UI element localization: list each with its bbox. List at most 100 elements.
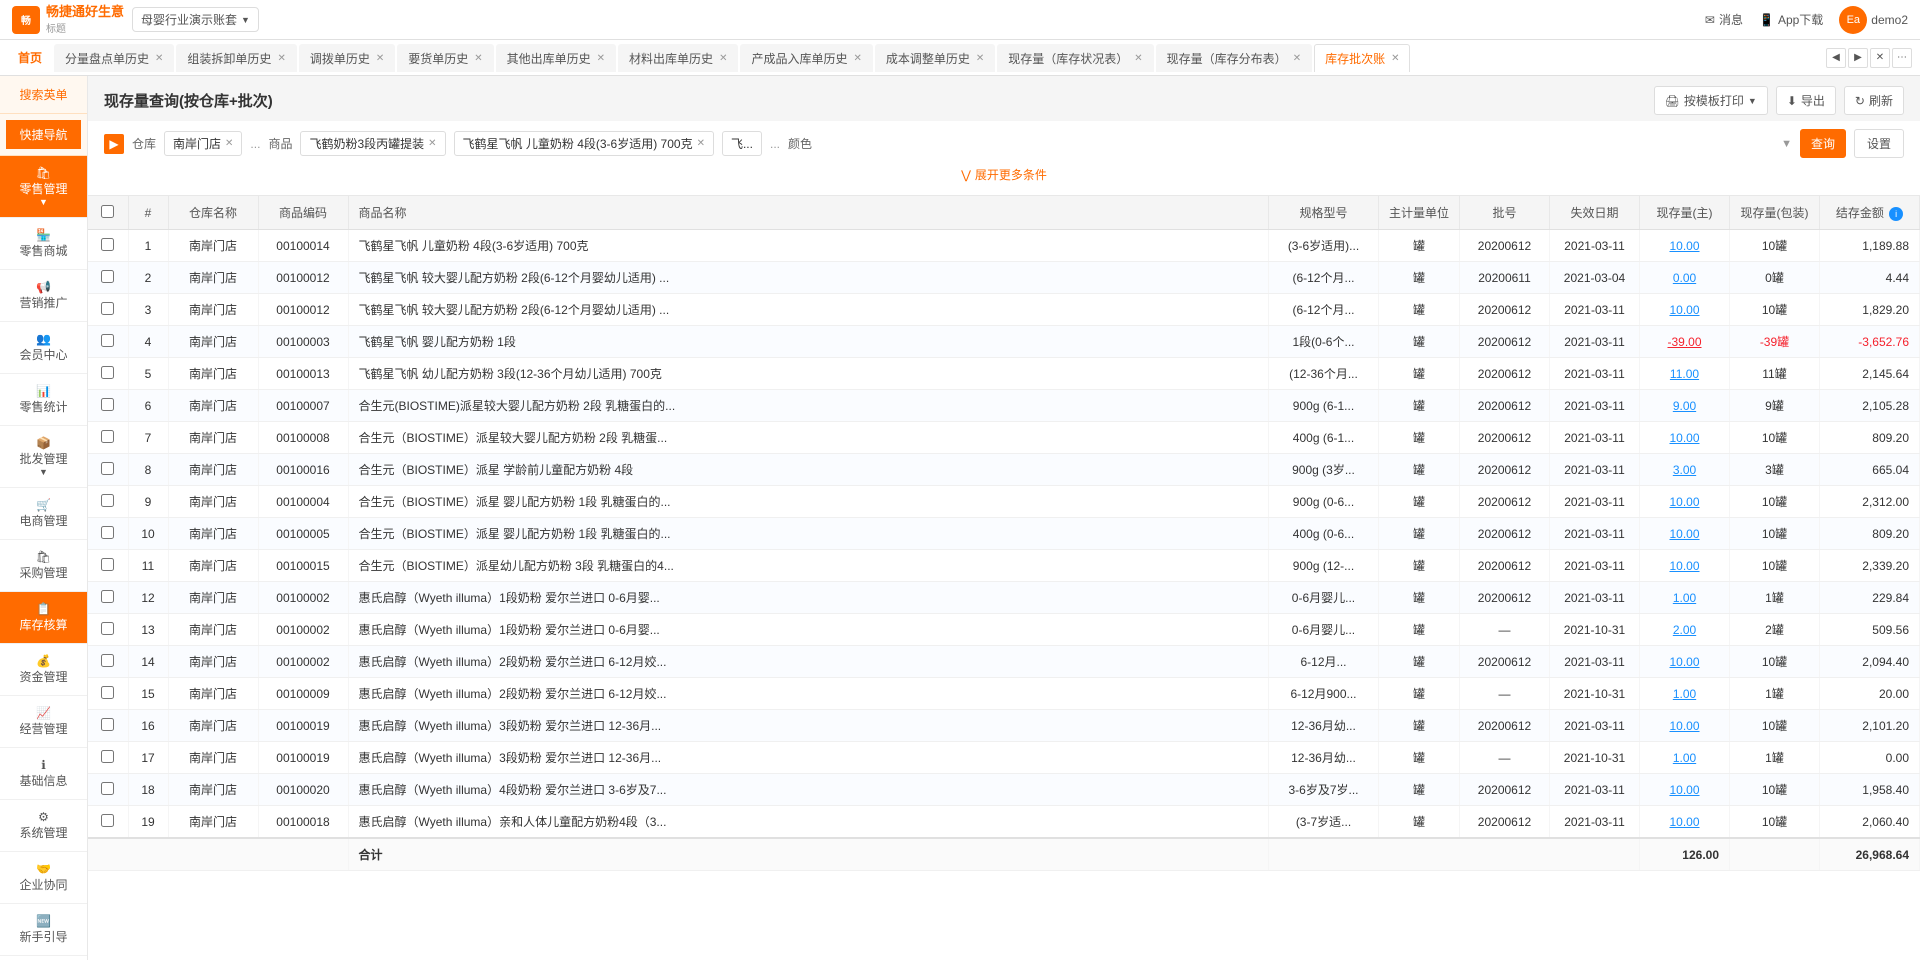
color-dropdown-icon[interactable]: ▼: [1781, 138, 1792, 150]
row-check[interactable]: [88, 742, 128, 774]
nav-close[interactable]: ✕: [1870, 48, 1890, 68]
row-check[interactable]: [88, 294, 128, 326]
warehouse-dots[interactable]: ...: [250, 137, 260, 151]
warehouse-tag-close[interactable]: ✕: [225, 138, 233, 149]
tab-close-cost-adj[interactable]: ✕: [976, 53, 984, 64]
product-tag-2-close[interactable]: ✕: [697, 138, 705, 149]
tab-product-in[interactable]: 产成品入库单历史 ✕: [740, 44, 872, 72]
row-checkbox[interactable]: [101, 526, 114, 539]
sidebar-item-appstore[interactable]: 🔲 应用中心: [0, 956, 87, 960]
nav-more[interactable]: ⋯: [1892, 48, 1912, 68]
row-check[interactable]: [88, 582, 128, 614]
row-checkbox[interactable]: [101, 814, 114, 827]
print-btn[interactable]: 🖨 按模板打印 ▼: [1654, 86, 1768, 115]
app-download-btn[interactable]: 📱 App下载: [1759, 11, 1823, 28]
tab-close-pick[interactable]: ✕: [376, 53, 384, 64]
tab-close-split[interactable]: ✕: [155, 53, 163, 64]
tab-other-out[interactable]: 其他出库单历史 ✕: [496, 44, 616, 72]
row-check[interactable]: [88, 806, 128, 839]
row-checkbox[interactable]: [101, 622, 114, 635]
row-checkbox[interactable]: [101, 590, 114, 603]
tab-inventory-dist[interactable]: 现存量（库存分布表） ✕: [1156, 44, 1312, 72]
row-check[interactable]: [88, 678, 128, 710]
tab-cost-adj[interactable]: 成本调整单历史 ✕: [875, 44, 995, 72]
product-tag-1-close[interactable]: ✕: [428, 138, 436, 149]
user-area[interactable]: Ea demo2: [1839, 6, 1908, 34]
expand-more-btn[interactable]: ⋁ 展开更多条件: [961, 166, 1047, 183]
sidebar-item-retail-stats[interactable]: 📊 零售统计: [0, 374, 87, 426]
sidebar-item-retail-shop[interactable]: 🏪 零售商城: [0, 218, 87, 270]
export-btn[interactable]: ⬇ 导出: [1776, 86, 1836, 115]
row-checkbox[interactable]: [101, 334, 114, 347]
sidebar-item-system[interactable]: ⚙ 系统管理: [0, 800, 87, 852]
row-checkbox[interactable]: [101, 462, 114, 475]
row-check[interactable]: [88, 710, 128, 742]
search-single-btn[interactable]: 搜索英单: [6, 82, 81, 107]
sidebar-item-purchase[interactable]: 🛍 采购管理: [0, 540, 87, 592]
sidebar-item-operations[interactable]: 📈 经营管理: [0, 696, 87, 748]
row-checkbox[interactable]: [101, 366, 114, 379]
balance-info-icon[interactable]: i: [1889, 207, 1903, 221]
sidebar-item-marketing[interactable]: 📢 营销推广: [0, 270, 87, 322]
row-checkbox[interactable]: [101, 494, 114, 507]
product-dots[interactable]: ...: [770, 137, 780, 151]
tab-close-inventory-status[interactable]: ✕: [1134, 53, 1142, 64]
tab-close-other-out[interactable]: ✕: [597, 53, 605, 64]
row-check[interactable]: [88, 774, 128, 806]
nav-arrow-left[interactable]: ◀: [1826, 48, 1846, 68]
row-check[interactable]: [88, 422, 128, 454]
tab-close-product-in[interactable]: ✕: [853, 53, 861, 64]
row-checkbox[interactable]: [101, 686, 114, 699]
row-checkbox[interactable]: [101, 238, 114, 251]
sidebar-item-inventory[interactable]: 📋 库存核算: [0, 592, 87, 644]
row-checkbox[interactable]: [101, 782, 114, 795]
tab-close-material-out[interactable]: ✕: [719, 53, 727, 64]
tab-home[interactable]: 首页: [8, 44, 52, 71]
row-checkbox[interactable]: [101, 270, 114, 283]
row-checkbox[interactable]: [101, 750, 114, 763]
nav-arrow-right[interactable]: ▶: [1848, 48, 1868, 68]
select-all-checkbox[interactable]: [101, 205, 114, 218]
sidebar-item-wholesale[interactable]: 📦 批发管理 ▼: [0, 426, 87, 488]
filter-expand-btn[interactable]: ▶: [104, 134, 124, 154]
messages-btn[interactable]: ✉ 消息: [1705, 11, 1743, 28]
tab-pick[interactable]: 调拨单历史 ✕: [299, 44, 395, 72]
sidebar-item-newbie[interactable]: 🆕 新手引导: [0, 904, 87, 956]
row-checkbox[interactable]: [101, 398, 114, 411]
tab-material-out[interactable]: 材料出库单历史 ✕: [618, 44, 738, 72]
query-btn[interactable]: 查询: [1800, 129, 1846, 158]
row-check[interactable]: [88, 326, 128, 358]
row-check[interactable]: [88, 486, 128, 518]
warehouse-selector[interactable]: 母婴行业演示账套 ▼: [132, 7, 259, 32]
tab-close-require[interactable]: ✕: [474, 53, 482, 64]
row-check[interactable]: [88, 614, 128, 646]
tab-close-inventory-dist[interactable]: ✕: [1293, 53, 1301, 64]
tab-inventory-status[interactable]: 现存量（库存状况表） ✕: [997, 44, 1153, 72]
row-checkbox[interactable]: [101, 430, 114, 443]
settings-btn[interactable]: 设置: [1854, 129, 1904, 158]
sidebar-item-retail[interactable]: 🛍 零售管理 ▼: [0, 156, 87, 218]
tab-require[interactable]: 要货单历史 ✕: [397, 44, 493, 72]
sidebar-item-finance[interactable]: 💰 资金管理: [0, 644, 87, 696]
row-check[interactable]: [88, 550, 128, 582]
row-checkbox[interactable]: [101, 558, 114, 571]
row-checkbox[interactable]: [101, 718, 114, 731]
row-check[interactable]: [88, 358, 128, 390]
row-check[interactable]: [88, 390, 128, 422]
sidebar-item-corp[interactable]: 🤝 企业协同: [0, 852, 87, 904]
sidebar-item-basics[interactable]: ℹ 基础信息: [0, 748, 87, 800]
refresh-btn[interactable]: ↻ 刷新: [1844, 86, 1904, 115]
tab-close-disassemble[interactable]: ✕: [277, 53, 285, 64]
row-checkbox[interactable]: [101, 654, 114, 667]
row-check[interactable]: [88, 646, 128, 678]
tab-split[interactable]: 分量盘点单历史 ✕: [54, 44, 174, 72]
tab-batch[interactable]: 库存批次账 ✕: [1314, 44, 1410, 72]
sidebar-item-ecommerce[interactable]: 🛒 电商管理: [0, 488, 87, 540]
th-check[interactable]: [88, 196, 128, 230]
tab-close-batch[interactable]: ✕: [1391, 53, 1399, 64]
row-check[interactable]: [88, 518, 128, 550]
quick-nav-btn[interactable]: 快捷导航: [6, 120, 81, 149]
row-check[interactable]: [88, 454, 128, 486]
row-checkbox[interactable]: [101, 302, 114, 315]
row-check[interactable]: [88, 262, 128, 294]
